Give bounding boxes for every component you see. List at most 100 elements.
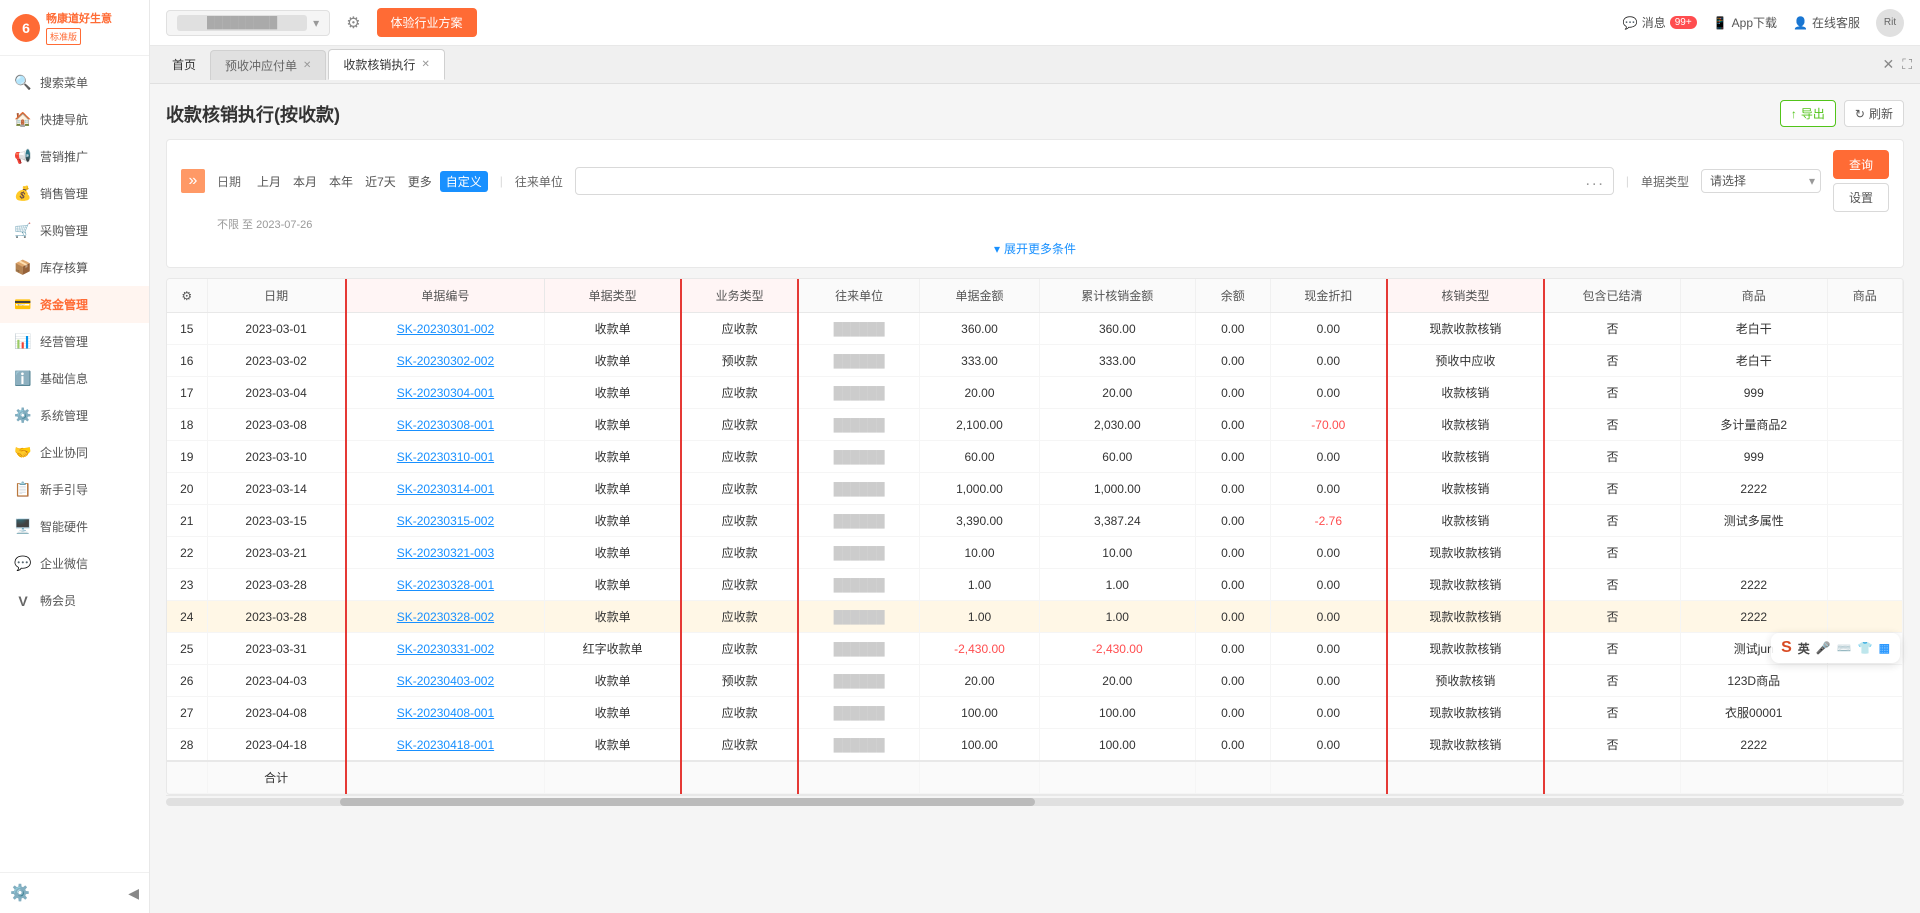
date-btn-last-month[interactable]: 上月	[253, 171, 285, 192]
sidebar-item-hardware[interactable]: 🖥️ 智能硬件	[0, 508, 149, 545]
sidebar-item-label: 系统管理	[40, 407, 88, 424]
query-button[interactable]: 查询	[1833, 150, 1889, 179]
tab-prepay-close[interactable]: ✕	[303, 60, 311, 71]
tab-collection[interactable]: 收款核销执行 ✕	[328, 49, 444, 80]
table-row: 202023-03-14SK-20230314-001收款单应收款██████1…	[167, 473, 1903, 505]
tab-prepay[interactable]: 预收冲应付单 ✕	[210, 50, 326, 80]
gear-button[interactable]: ⚙	[342, 9, 364, 37]
export-label: 导出	[1801, 105, 1825, 122]
sidebar-item-inventory[interactable]: 📦 库存核算	[0, 249, 149, 286]
col-order-no: 单据编号	[346, 279, 545, 313]
sidebar-item-system[interactable]: ⚙️ 系统管理	[0, 397, 149, 434]
chevron-down-icon: ▾	[994, 242, 1000, 256]
col-balance: 余额	[1195, 279, 1270, 313]
sidebar-item-guide[interactable]: 📋 新手引导	[0, 471, 149, 508]
filter-expand-btn[interactable]: »	[181, 169, 205, 193]
sidebar-item-sales[interactable]: 💰 销售管理	[0, 175, 149, 212]
date-btn-this-year[interactable]: 本年	[325, 171, 357, 192]
doc-type-filter-label: 单据类型	[1641, 173, 1689, 190]
expand-more-row: ▾ 展开更多条件	[181, 240, 1889, 257]
top-header: █████████ ▾ ⚙ 体验行业方案 💬 消息 99+ 📱 App下载 👤 …	[150, 0, 1920, 46]
sidebar-item-label: 销售管理	[40, 185, 88, 202]
messages-badge: 99+	[1670, 16, 1697, 29]
workspace-selector[interactable]: █████████ ▾	[166, 10, 330, 36]
app-download-label: App下载	[1732, 14, 1777, 31]
tab-bar-actions: ✕ ⛶	[1882, 56, 1912, 73]
doc-type-select[interactable]: 请选择	[1701, 169, 1821, 193]
wechat-icon: 💬	[14, 555, 32, 572]
date-btn-more[interactable]: 更多	[404, 171, 436, 192]
marketing-icon: 📢	[14, 148, 32, 165]
tab-collection-close[interactable]: ✕	[421, 59, 429, 70]
sidebar-item-marketing[interactable]: 📢 营销推广	[0, 138, 149, 175]
table-row: 242023-03-28SK-20230328-002收款单应收款██████1…	[167, 601, 1903, 633]
filter-bar: » 日期 上月 本月 本年 近7天 更多 自定义 | 往来单位 ... | 单据…	[166, 139, 1904, 268]
col-gear[interactable]: ⚙	[167, 279, 207, 313]
user-avatar[interactable]: Rit	[1876, 9, 1904, 37]
settings-btn[interactable]: ⚙️	[10, 883, 30, 903]
table-body: 152023-03-01SK-20230301-002收款单应收款██████3…	[167, 313, 1903, 794]
chevron-down-icon: ▾	[313, 16, 319, 30]
sidebar-item-finance[interactable]: 💳 资金管理	[0, 286, 149, 323]
expand-more-button[interactable]: ▾ 展开更多条件	[994, 240, 1076, 257]
date-range-row: 不限 至 2023-07-26	[181, 216, 1889, 232]
table-row: 182023-03-08SK-20230308-001收款单应收款██████2…	[167, 409, 1903, 441]
guide-icon: 📋	[14, 481, 32, 498]
online-service-label: 在线客服	[1812, 14, 1860, 31]
date-btn-custom[interactable]: 自定义	[440, 171, 488, 192]
table-row: 152023-03-01SK-20230301-002收款单应收款██████3…	[167, 313, 1903, 345]
sidebar: 6 畅康道好生意 标准版 🔍 搜索菜单 🏠 快捷导航 📢 营销推广 💰 销售管理…	[0, 0, 150, 913]
date-filter-label: 日期	[217, 173, 241, 190]
refresh-button[interactable]: ↻ 刷新	[1844, 100, 1904, 127]
export-button[interactable]: ↑ 导出	[1780, 100, 1836, 127]
app-download-action[interactable]: 📱 App下载	[1713, 14, 1777, 31]
col-partner: 往来单位	[798, 279, 919, 313]
app-badge: 标准版	[46, 28, 81, 45]
page-title-bar: 收款核销执行(按收款) ↑ 导出 ↻ 刷新	[166, 100, 1904, 127]
scroll-bar[interactable]	[166, 795, 1904, 807]
sidebar-item-basic[interactable]: ℹ️ 基础信息	[0, 360, 149, 397]
table-row: 272023-04-08SK-20230408-001收款单应收款██████1…	[167, 697, 1903, 729]
purchase-icon: 🛒	[14, 222, 32, 239]
filter-row: » 日期 上月 本月 本年 近7天 更多 自定义 | 往来单位 ... | 单据…	[181, 150, 1889, 212]
export-icon: ↑	[1791, 107, 1797, 121]
page-content: 收款核销执行(按收款) ↑ 导出 ↻ 刷新 » 日期 上月 本月	[150, 84, 1920, 913]
partner-filter-label: 往来单位	[515, 173, 563, 190]
date-btn-7days[interactable]: 近7天	[361, 171, 400, 192]
tab-home[interactable]: 首页	[158, 50, 210, 79]
data-table: ⚙ 日期 单据编号 单据类型 业务类型 往来单位 单据金额 累计核销金额 余额 …	[167, 279, 1903, 794]
table-row: 262023-04-03SK-20230403-002收款单预收款██████2…	[167, 665, 1903, 697]
sidebar-item-search[interactable]: 🔍 搜索菜单	[0, 64, 149, 101]
table-header-row: ⚙ 日期 单据编号 单据类型 业务类型 往来单位 单据金额 累计核销金额 余额 …	[167, 279, 1903, 313]
tab-bar: 首页 预收冲应付单 ✕ 收款核销执行 ✕ ✕ ⛶	[150, 46, 1920, 84]
online-service-action[interactable]: 👤 在线客服	[1793, 14, 1860, 31]
sidebar-item-purchase[interactable]: 🛒 采购管理	[0, 212, 149, 249]
col-biz-type: 业务类型	[681, 279, 798, 313]
collapse-btn[interactable]: ◀	[128, 885, 139, 902]
messages-action[interactable]: 💬 消息 99+	[1623, 14, 1697, 31]
sidebar-item-enterprise[interactable]: 🤝 企业协同	[0, 434, 149, 471]
date-range-text: 不限 至 2023-07-26	[217, 216, 312, 232]
refresh-icon: ↻	[1855, 107, 1865, 121]
table-row: 252023-03-31SK-20230331-002红字收款单应收款█████…	[167, 633, 1903, 665]
date-btn-this-month[interactable]: 本月	[289, 171, 321, 192]
sidebar-item-operations[interactable]: 📊 经营管理	[0, 323, 149, 360]
sidebar-item-member[interactable]: V 畅会员	[0, 582, 149, 619]
filter-setting-button[interactable]: 设置	[1833, 183, 1889, 212]
tab-fullscreen-btn[interactable]: ⛶	[1902, 56, 1912, 73]
messages-label: 消息	[1642, 14, 1666, 31]
app-icon: 6	[12, 14, 40, 42]
tab-collection-label: 收款核销执行	[343, 56, 415, 73]
sidebar-item-label: 企业协同	[40, 444, 88, 461]
industry-solution-btn[interactable]: 体验行业方案	[377, 8, 477, 37]
sidebar-logo: 6 畅康道好生意 标准版	[0, 0, 149, 56]
sidebar-item-wechat[interactable]: 💬 企业微信	[0, 545, 149, 582]
table-sum-row: 合计	[167, 761, 1903, 794]
col-write-off-type: 核销类型	[1387, 279, 1544, 313]
col-date: 日期	[207, 279, 346, 313]
mobile-icon: 📱	[1713, 16, 1728, 30]
col-goods2: 商品	[1827, 279, 1902, 313]
partner-filter-input[interactable]: ...	[575, 167, 1614, 195]
tab-close-all-btn[interactable]: ✕	[1882, 56, 1894, 73]
sidebar-item-quick-nav[interactable]: 🏠 快捷导航	[0, 101, 149, 138]
